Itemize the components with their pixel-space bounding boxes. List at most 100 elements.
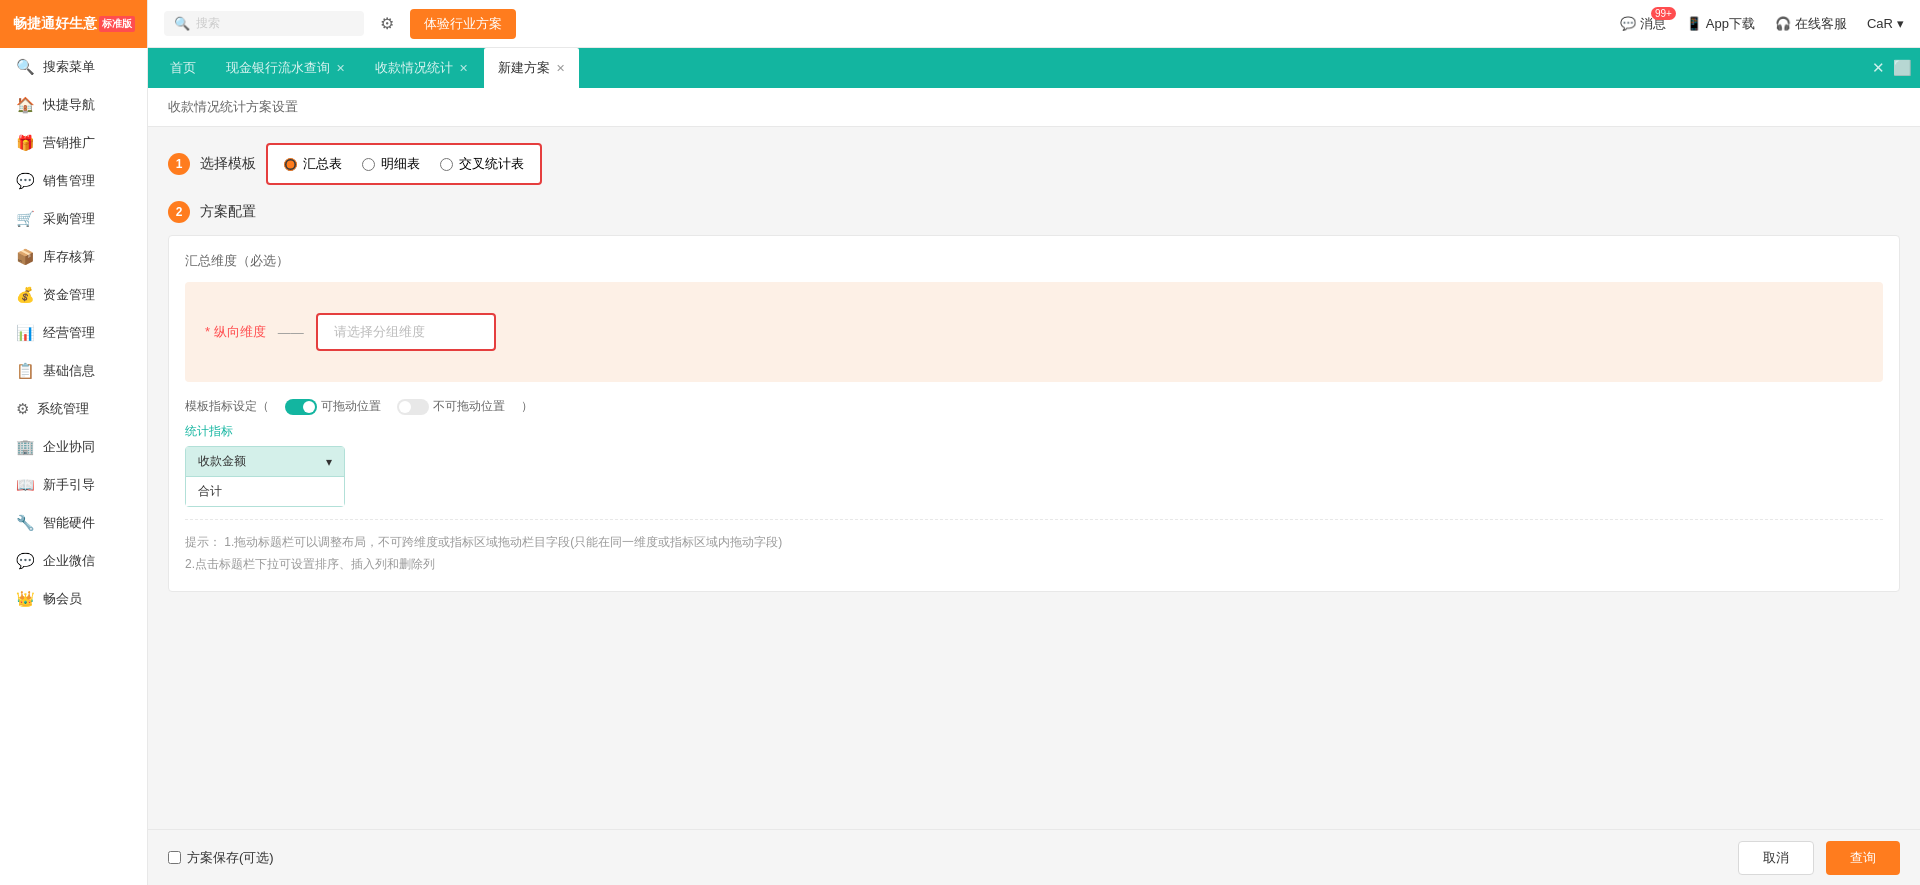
dimension-area: * 纵向维度 —— 请选择分组维度 bbox=[185, 282, 1883, 382]
sidebar-item-management[interactable]: 📊 经营管理 bbox=[0, 314, 147, 352]
column-sub-label: 合计 bbox=[198, 484, 222, 498]
tab-bank-flow-close[interactable]: ✕ bbox=[336, 62, 345, 75]
sales-icon: 💬 bbox=[16, 172, 35, 190]
step2-number: 2 bbox=[168, 201, 190, 223]
enterprise-icon: 🏢 bbox=[16, 438, 35, 456]
radio-cross-input[interactable] bbox=[440, 158, 453, 171]
draggable-toggle[interactable]: 可拖动位置 bbox=[285, 398, 381, 415]
sidebar-item-marketing[interactable]: 🎁 营销推广 bbox=[0, 124, 147, 162]
tab-bank-flow[interactable]: 现金银行流水查询 ✕ bbox=[212, 48, 359, 88]
sidebar-item-weixin[interactable]: 💬 企业微信 bbox=[0, 542, 147, 580]
guide-icon: 📖 bbox=[16, 476, 35, 494]
sidebar-item-finance[interactable]: 💰 资金管理 bbox=[0, 276, 147, 314]
template-select-box: 汇总表 明细表 交叉统计表 bbox=[266, 143, 542, 185]
sidebar-label-weixin: 企业微信 bbox=[43, 552, 95, 570]
sidebar-label-finance: 资金管理 bbox=[43, 286, 95, 304]
sidebar-label-search-menu: 搜索菜单 bbox=[43, 58, 95, 76]
search-bar[interactable]: 🔍 搜索 bbox=[164, 11, 364, 36]
save-checkbox[interactable] bbox=[168, 851, 181, 864]
sidebar-item-hardware[interactable]: 🔧 智能硬件 bbox=[0, 504, 147, 542]
online-support[interactable]: 🎧 在线客服 bbox=[1775, 15, 1847, 33]
cancel-button[interactable]: 取消 bbox=[1738, 841, 1814, 875]
radio-summary-input[interactable] bbox=[284, 158, 297, 171]
step1-title: 选择模板 bbox=[200, 155, 256, 173]
indicator-table-header[interactable]: 收款金额 ▾ bbox=[186, 447, 344, 477]
content-area: 收款情况统计方案设置 1 选择模板 汇总表 bbox=[148, 88, 1920, 829]
radio-detail-input[interactable] bbox=[362, 158, 375, 171]
close-window-icon[interactable]: ✕ bbox=[1872, 59, 1885, 77]
sidebar-label-hardware: 智能硬件 bbox=[43, 514, 95, 532]
indicator-label: 统计指标 bbox=[185, 423, 1883, 440]
inventory-icon: 📦 bbox=[16, 248, 35, 266]
tab-receipt-stats-label: 收款情况统计 bbox=[375, 59, 453, 77]
tips-line1: 提示： 1.拖动标题栏可以调整布局，不可跨维度或指标区域拖动栏目字段(只能在同一… bbox=[185, 532, 1883, 554]
template-radio-group: 汇总表 明细表 交叉统计表 bbox=[284, 155, 524, 173]
sidebar-item-purchase[interactable]: 🛒 采购管理 bbox=[0, 200, 147, 238]
home-icon: 🏠 bbox=[16, 96, 35, 114]
tab-home[interactable]: 首页 bbox=[156, 48, 210, 88]
main-area: 🔍 搜索 ⚙ 体验行业方案 💬 消息 99+ 📱 App下载 🎧 在线客服 Ca… bbox=[148, 0, 1920, 885]
logo-text: 畅捷通好生意 bbox=[13, 15, 97, 33]
dimension-select[interactable]: 请选择分组维度 bbox=[316, 313, 496, 351]
tab-bank-flow-label: 现金银行流水查询 bbox=[226, 59, 330, 77]
tab-new-plan-label: 新建方案 bbox=[498, 59, 550, 77]
chevron-down-icon: ▾ bbox=[1897, 16, 1904, 31]
search-icon: 🔍 bbox=[174, 16, 190, 31]
tab-receipt-stats[interactable]: 收款情况统计 ✕ bbox=[361, 48, 482, 88]
step1-header: 1 选择模板 汇总表 明细表 bbox=[168, 143, 1900, 185]
topbar-right: 💬 消息 99+ 📱 App下载 🎧 在线客服 CaR ▾ bbox=[1620, 15, 1904, 33]
industry-btn[interactable]: 体验行业方案 bbox=[410, 9, 516, 39]
maximize-icon[interactable]: ⬜ bbox=[1893, 59, 1912, 77]
sidebar-label-guide: 新手引导 bbox=[43, 476, 95, 494]
management-icon: 📊 bbox=[16, 324, 35, 342]
save-option[interactable]: 方案保存(可选) bbox=[168, 849, 274, 867]
dimension-label: 汇总维度（必选） bbox=[185, 252, 1883, 270]
indicator-header: 模板指标设定（ 可拖动位置 不可拖动位置 ） bbox=[185, 398, 1883, 415]
app-download[interactable]: 📱 App下载 bbox=[1686, 15, 1755, 33]
download-label: App下载 bbox=[1706, 15, 1755, 33]
indicator-table: 收款金额 ▾ 合计 bbox=[185, 446, 345, 507]
radio-summary[interactable]: 汇总表 bbox=[284, 155, 342, 173]
sidebar-label-sales: 销售管理 bbox=[43, 172, 95, 190]
indicator-table-body: 合计 bbox=[186, 477, 344, 506]
non-draggable-toggle-switch[interactable] bbox=[397, 399, 429, 415]
radio-summary-label: 汇总表 bbox=[303, 155, 342, 173]
sidebar-label-marketing: 营销推广 bbox=[43, 134, 95, 152]
tab-home-label: 首页 bbox=[170, 59, 196, 77]
draggable-toggle-switch[interactable] bbox=[285, 399, 317, 415]
sidebar-item-enterprise[interactable]: 🏢 企业协同 bbox=[0, 428, 147, 466]
sidebar-item-guide[interactable]: 📖 新手引导 bbox=[0, 466, 147, 504]
sidebar-label-basic-info: 基础信息 bbox=[43, 362, 95, 380]
user-avatar[interactable]: CaR ▾ bbox=[1867, 16, 1904, 31]
query-button[interactable]: 查询 bbox=[1826, 841, 1900, 875]
sidebar-item-quick-nav[interactable]: 🏠 快捷导航 bbox=[0, 86, 147, 124]
tab-new-plan[interactable]: 新建方案 ✕ bbox=[484, 48, 579, 88]
hardware-icon: 🔧 bbox=[16, 514, 35, 532]
member-icon: 👑 bbox=[16, 590, 35, 608]
sidebar-item-inventory[interactable]: 📦 库存核算 bbox=[0, 238, 147, 276]
radio-detail[interactable]: 明细表 bbox=[362, 155, 420, 173]
tips-line2: 2.点击标题栏下拉可设置排序、插入列和删除列 bbox=[185, 554, 1883, 576]
footer-buttons: 取消 查询 bbox=[1738, 841, 1900, 875]
purchase-icon: 🛒 bbox=[16, 210, 35, 228]
tab-receipt-stats-close[interactable]: ✕ bbox=[459, 62, 468, 75]
chevron-down-icon: ▾ bbox=[326, 455, 332, 469]
sidebar-item-basic-info[interactable]: 📋 基础信息 bbox=[0, 352, 147, 390]
search-placeholder: 搜索 bbox=[196, 15, 220, 32]
sidebar-item-system[interactable]: ⚙ 系统管理 bbox=[0, 390, 147, 428]
settings-icon[interactable]: ⚙ bbox=[380, 14, 394, 33]
sidebar: 畅捷通好生意 标准版 🔍 搜索菜单 🏠 快捷导航 🎁 营销推广 💬 销售管理 🛒… bbox=[0, 0, 148, 885]
non-draggable-toggle[interactable]: 不可拖动位置 bbox=[397, 398, 505, 415]
sidebar-item-member[interactable]: 👑 畅会员 bbox=[0, 580, 147, 618]
user-name: CaR bbox=[1867, 16, 1893, 31]
radio-cross[interactable]: 交叉统计表 bbox=[440, 155, 524, 173]
indicator-settings-label: 模板指标设定（ bbox=[185, 398, 269, 415]
tab-new-plan-close[interactable]: ✕ bbox=[556, 62, 565, 75]
search-menu-icon: 🔍 bbox=[16, 58, 35, 76]
step2-section: 2 方案配置 汇总维度（必选） * 纵向维度 —— 请选择分组维度 bbox=[168, 201, 1900, 592]
weixin-icon: 💬 bbox=[16, 552, 35, 570]
message-icon: 💬 bbox=[1620, 16, 1636, 31]
sidebar-item-search-menu[interactable]: 🔍 搜索菜单 bbox=[0, 48, 147, 86]
notification-bell[interactable]: 💬 消息 99+ bbox=[1620, 15, 1666, 33]
sidebar-item-sales[interactable]: 💬 销售管理 bbox=[0, 162, 147, 200]
